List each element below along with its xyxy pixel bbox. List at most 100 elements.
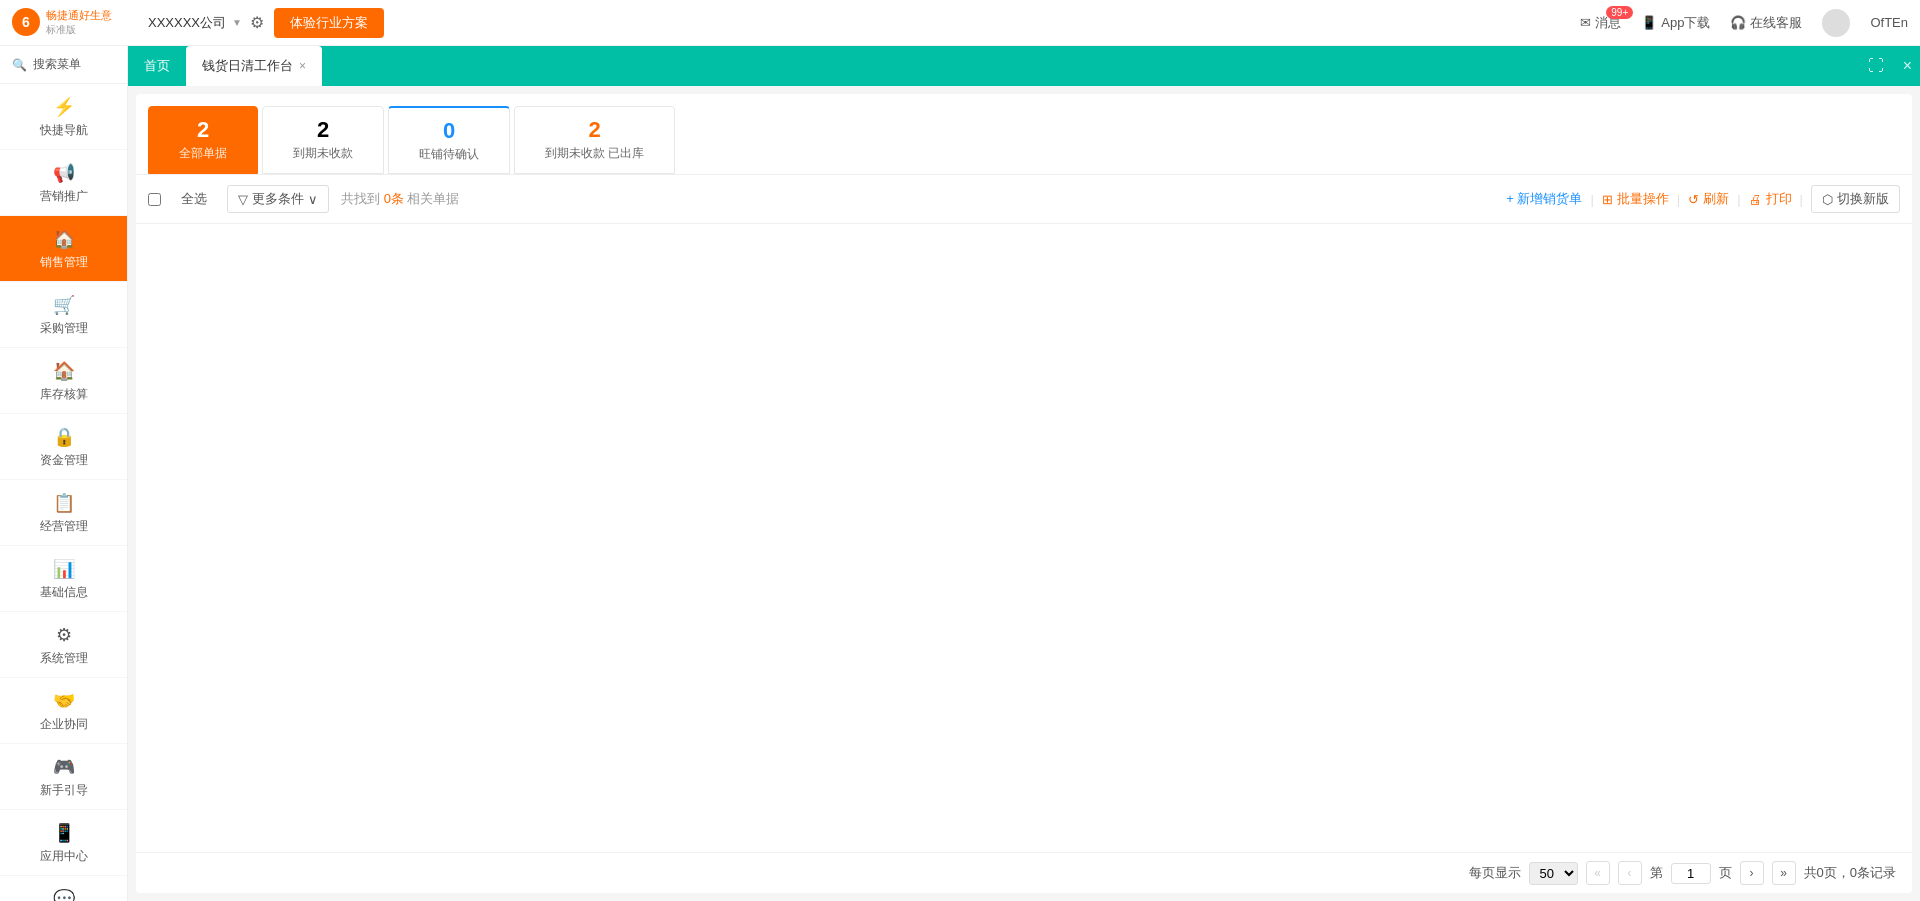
page-size-label: 每页显示 [1469, 864, 1521, 882]
first-page-button[interactable]: « [1586, 861, 1610, 885]
messages-item[interactable]: ✉ 消息 99+ [1580, 14, 1621, 32]
marketing-icon: 📢 [53, 162, 75, 184]
overdue-shipped-label: 到期未收款 已出库 [545, 145, 644, 162]
add-sales-button[interactable]: + 新增销货单 [1506, 190, 1582, 208]
online-service-item[interactable]: 🎧 在线客服 [1730, 14, 1802, 32]
switch-version-button[interactable]: ⬡ 切换新版 [1811, 185, 1900, 213]
sidebar-item-wechat[interactable]: 💬 企业微信 [0, 876, 127, 901]
avatar[interactable] [1822, 9, 1850, 37]
app-download-item[interactable]: 📱 App下载 [1641, 14, 1710, 32]
trial-button[interactable]: 体验行业方案 [274, 8, 384, 38]
sidebar-item-operations[interactable]: 📋 经营管理 [0, 480, 127, 546]
quick-nav-label: 快捷导航 [40, 122, 88, 139]
system-label: 系统管理 [40, 650, 88, 667]
last-page-button[interactable]: » [1772, 861, 1796, 885]
close-all-icon[interactable]: × [1903, 57, 1912, 75]
page-number-input[interactable] [1671, 863, 1711, 884]
tab-home[interactable]: 首页 [128, 46, 186, 86]
settings-button[interactable]: ⚙ [250, 13, 264, 32]
purchase-icon: 🛒 [53, 294, 75, 316]
app-download-icon: 📱 [1641, 15, 1657, 30]
header-right: ✉ 消息 99+ 📱 App下载 🎧 在线客服 OfTEn [1580, 9, 1908, 37]
page-size-select[interactable]: 50 [1529, 862, 1578, 885]
overdue-shipped-count: 2 [589, 117, 601, 143]
sidebar-item-system[interactable]: ⚙ 系统管理 [0, 612, 127, 678]
active-tab-label: 钱货日清工作台 [202, 57, 293, 75]
page-suffix: 页 [1719, 864, 1732, 882]
logo-badge: 标准版 [46, 23, 112, 37]
inventory-label: 库存核算 [40, 386, 88, 403]
batch-operations-button[interactable]: ⊞ 批量操作 [1602, 190, 1669, 208]
refresh-button[interactable]: ↺ 刷新 [1688, 190, 1729, 208]
result-text: 共找到 0条 相关单据 [341, 190, 459, 208]
company-selector[interactable]: XXXXXX公司 ▼ [148, 14, 242, 32]
app-download-label: App下载 [1661, 14, 1710, 32]
enterprise-label: 企业协同 [40, 716, 88, 733]
search-icon: 🔍 [12, 58, 27, 72]
next-page-button[interactable]: › [1740, 861, 1764, 885]
result-suffix: 相关单据 [407, 191, 459, 206]
tab-active[interactable]: 钱货日清工作台 × [186, 46, 322, 86]
enterprise-icon: 🤝 [53, 690, 75, 712]
app-center-label: 应用中心 [40, 848, 88, 865]
company-dropdown-arrow: ▼ [232, 17, 242, 28]
guide-label: 新手引导 [40, 782, 88, 799]
nav-tabs-bar: 首页 钱货日清工作台 × ⛶ × [128, 46, 1920, 86]
wechat-icon: 💬 [53, 888, 75, 901]
basic-info-icon: 📊 [53, 558, 75, 580]
toolbar: 全选 ▽ 更多条件 ∨ 共找到 0条 相关单据 + 新增销货单 | ⊞ 批量操作… [136, 175, 1912, 224]
filter-button[interactable]: ▽ 更多条件 ∨ [227, 185, 329, 213]
print-icon: 🖨 [1749, 192, 1762, 207]
sidebar: 🔍 搜索菜单 ⚡ 快捷导航 📢 营销推广 🏠 销售管理 🛒 采购管理 🏠 库存核… [0, 46, 128, 901]
marketing-label: 营销推广 [40, 188, 88, 205]
sidebar-item-purchase[interactable]: 🛒 采购管理 [0, 282, 127, 348]
prev-page-button[interactable]: ‹ [1618, 861, 1642, 885]
overdue-label: 到期未收款 [293, 145, 353, 162]
stats-tabs: 2 全部单据 2 到期未收款 0 旺铺待确认 2 到期未收款 已出库 [136, 94, 1912, 175]
print-button[interactable]: 🖨 打印 [1749, 190, 1792, 208]
sidebar-item-finance[interactable]: 🔒 资金管理 [0, 414, 127, 480]
username-label: OfTEn [1870, 15, 1908, 30]
pagination: 每页显示 50 « ‹ 第 页 › » 共0页，0条记录 [136, 852, 1912, 893]
total-records-label: 共0页，0条记录 [1804, 864, 1896, 882]
switch-label: 切换新版 [1837, 190, 1889, 208]
sales-label: 销售管理 [40, 254, 88, 271]
content-area [136, 224, 1912, 852]
expand-icon[interactable]: ⛶ [1868, 57, 1884, 75]
pending-count: 0 [443, 118, 455, 144]
logo-icon: 6 [12, 8, 40, 36]
sidebar-item-enterprise[interactable]: 🤝 企业协同 [0, 678, 127, 744]
batch-label: 批量操作 [1617, 190, 1669, 208]
sidebar-item-guide[interactable]: 🎮 新手引导 [0, 744, 127, 810]
sidebar-item-basic-info[interactable]: 📊 基础信息 [0, 546, 127, 612]
stats-tab-pending[interactable]: 0 旺铺待确认 [388, 106, 510, 174]
sidebar-search[interactable]: 🔍 搜索菜单 [0, 46, 127, 84]
close-tab-icon[interactable]: × [299, 59, 306, 73]
main-content: 2 全部单据 2 到期未收款 0 旺铺待确认 2 到期未收款 已出库 全选 ▽ … [128, 86, 1920, 901]
sidebar-item-inventory[interactable]: 🏠 库存核算 [0, 348, 127, 414]
select-all-label[interactable]: 全选 [173, 186, 215, 212]
all-count: 2 [197, 117, 209, 143]
sidebar-item-quick-nav[interactable]: ⚡ 快捷导航 [0, 84, 127, 150]
select-all-checkbox[interactable] [148, 193, 161, 206]
logo-text: 畅捷通好生意 [46, 8, 112, 22]
guide-icon: 🎮 [53, 756, 75, 778]
inventory-icon: 🏠 [53, 360, 75, 382]
filter-icon: ▽ [238, 192, 248, 207]
sidebar-item-marketing[interactable]: 📢 营销推广 [0, 150, 127, 216]
stats-tab-all[interactable]: 2 全部单据 [148, 106, 258, 174]
message-icon: ✉ [1580, 15, 1591, 30]
batch-icon: ⊞ [1602, 192, 1613, 207]
overdue-count: 2 [317, 117, 329, 143]
operations-icon: 📋 [53, 492, 75, 514]
stats-tab-overdue[interactable]: 2 到期未收款 [262, 106, 384, 174]
system-icon: ⚙ [56, 624, 72, 646]
sales-icon: 🏠 [53, 228, 75, 250]
refresh-label: 刷新 [1703, 190, 1729, 208]
sidebar-item-app-center[interactable]: 📱 应用中心 [0, 810, 127, 876]
finance-icon: 🔒 [53, 426, 75, 448]
sidebar-item-sales[interactable]: 🏠 销售管理 [0, 216, 127, 282]
stats-tab-overdue-shipped[interactable]: 2 到期未收款 已出库 [514, 106, 675, 174]
basic-info-label: 基础信息 [40, 584, 88, 601]
page-label: 第 [1650, 864, 1663, 882]
